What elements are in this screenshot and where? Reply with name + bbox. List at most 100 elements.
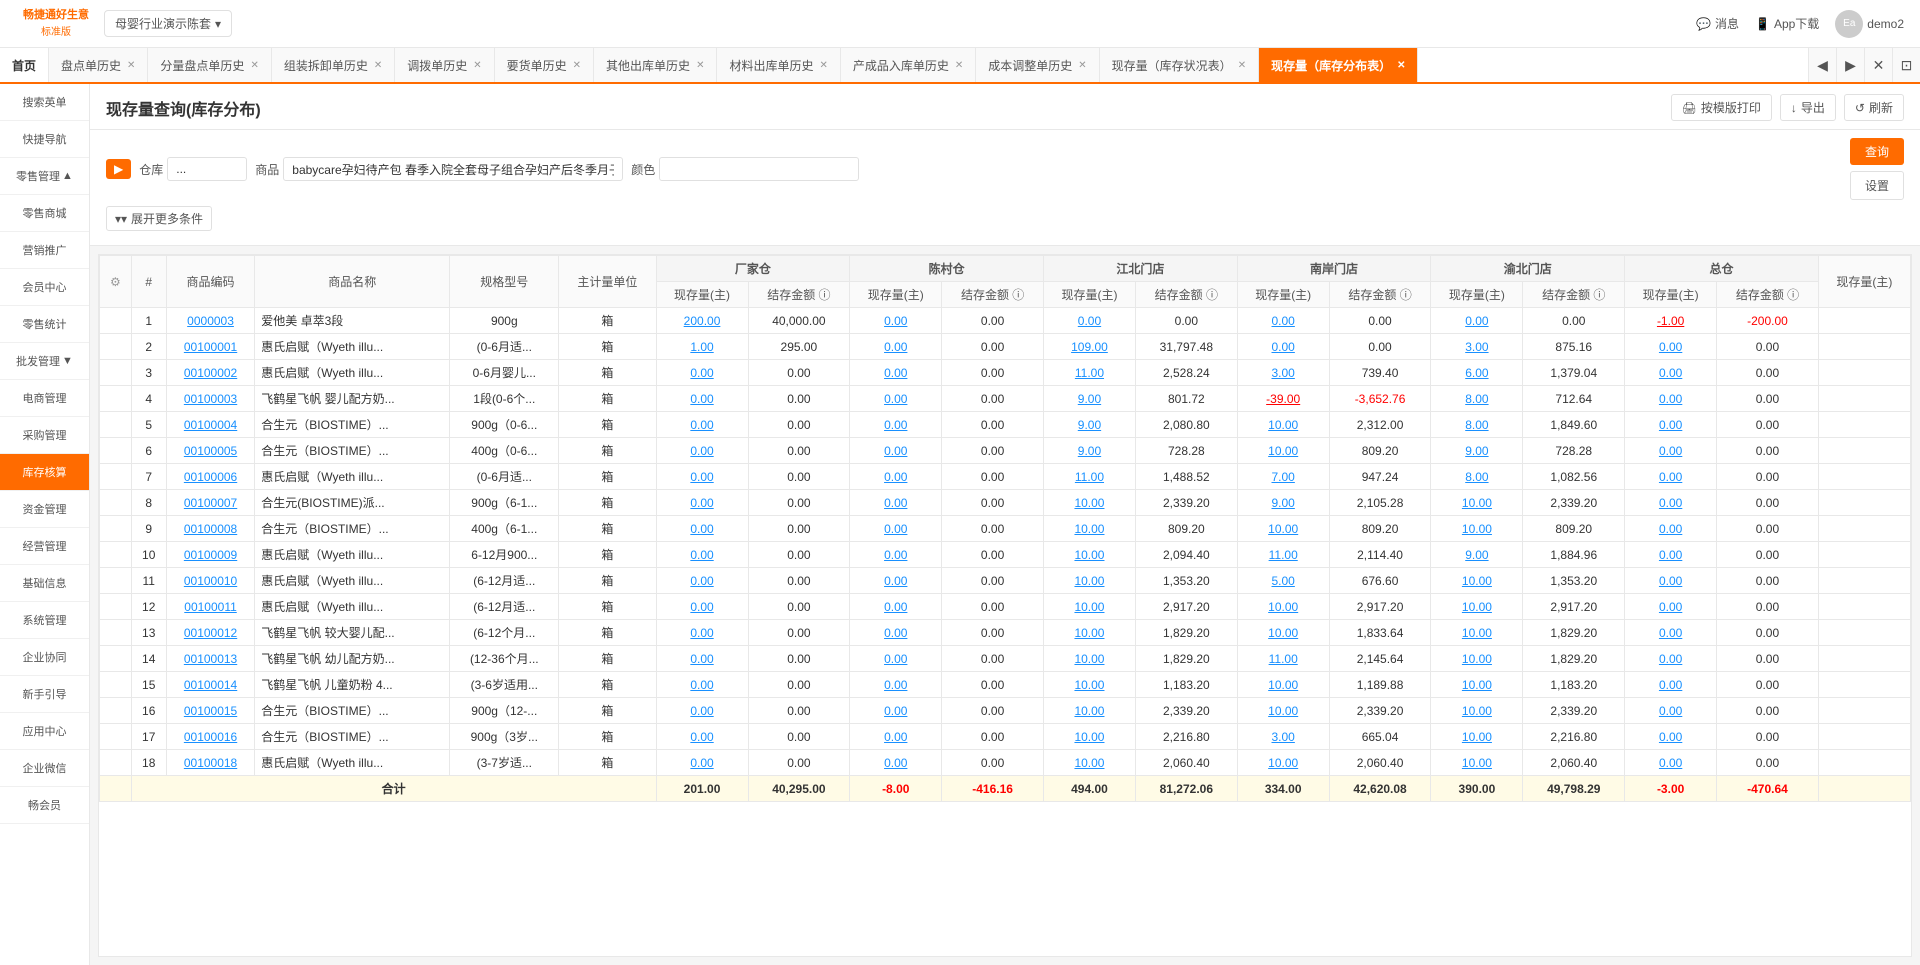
cell-code: 00100018 xyxy=(166,750,254,776)
cell-total-amt: 0.00 xyxy=(1717,568,1819,594)
sidebar-item-marketing[interactable]: 营销推广 xyxy=(0,232,89,269)
org-selector[interactable]: 母婴行业演示陈套 ▾ xyxy=(104,10,232,37)
tab-cost-adj-label: 成本调整单历史 xyxy=(988,57,1072,74)
sidebar-item-purchase[interactable]: 采购管理 xyxy=(0,417,89,454)
tab-prev-btn[interactable]: ◀ xyxy=(1808,48,1836,83)
th-settings[interactable]: ⚙ xyxy=(100,256,132,308)
sidebar-item-retail-store[interactable]: 零售商城 xyxy=(0,195,89,232)
tab-other-out[interactable]: 其他出库单历史 ✕ xyxy=(594,48,717,83)
expand-btn[interactable]: ▶ xyxy=(106,159,131,179)
cell-code: 00100003 xyxy=(166,386,254,412)
sidebar-item-search[interactable]: 搜索英单 xyxy=(0,84,89,121)
cell-total-amt: 0.00 xyxy=(1717,724,1819,750)
cell-yubei-stock: 9.00 xyxy=(1431,438,1523,464)
table-container[interactable]: ⚙ # 商品编码 商品名称 规格型号 主计量单位 厂家仓 陈村仓 江北门店 南岸… xyxy=(98,254,1912,957)
sidebar-item-system[interactable]: 系统管理 xyxy=(0,602,89,639)
tab-inventory-count[interactable]: 盘点单历史 ✕ xyxy=(49,48,148,83)
sidebar-item-retail-stats[interactable]: 零售统计 xyxy=(0,306,89,343)
settings-gear-icon[interactable]: ⚙ xyxy=(110,275,121,289)
sidebar-item-enterprise[interactable]: 企业协同 xyxy=(0,639,89,676)
sidebar-item-wholesale[interactable]: 批发管理 ▼ xyxy=(0,343,89,380)
sidebar-item-app-center[interactable]: 应用中心 xyxy=(0,713,89,750)
cell-code: 00100015 xyxy=(166,698,254,724)
cell-jiangbei-stock: 10.00 xyxy=(1043,542,1135,568)
cell-nanan-amt: 0.00 xyxy=(1329,308,1431,334)
sidebar-item-ecommerce[interactable]: 电商管理 xyxy=(0,380,89,417)
cell-code: 00100008 xyxy=(166,516,254,542)
export-btn[interactable]: ↓ 导出 xyxy=(1780,94,1836,121)
cell-factory-amt: 0.00 xyxy=(748,386,850,412)
export-label: 导出 xyxy=(1801,99,1825,116)
cell-spec: 900g（12-... xyxy=(450,698,559,724)
tab-stock-dist[interactable]: 现存量（库存分布表） ✕ xyxy=(1259,48,1418,83)
sidebar-item-new-guide[interactable]: 新手引导 xyxy=(0,676,89,713)
settings-btn[interactable]: 设置 xyxy=(1850,171,1904,200)
tab-home[interactable]: 首页 xyxy=(0,48,49,83)
sidebar-item-finance[interactable]: 资金管理 xyxy=(0,491,89,528)
cell-jiangbei-amt: 1,183.20 xyxy=(1135,672,1237,698)
summary-nanan-stock: 334.00 xyxy=(1237,776,1329,802)
close-icon[interactable]: ✕ xyxy=(1238,60,1246,71)
close-icon[interactable]: ✕ xyxy=(1397,60,1405,71)
avatar-label: Ea xyxy=(1843,18,1855,29)
tab-material-out-label: 材料出库单历史 xyxy=(729,57,813,74)
cell-nanan-amt: 2,145.64 xyxy=(1329,646,1431,672)
close-icon[interactable]: ✕ xyxy=(696,60,704,71)
tab-stock-status[interactable]: 现存量（库存状况表） ✕ xyxy=(1100,48,1259,83)
tab-transfer[interactable]: 调拨单历史 ✕ xyxy=(395,48,494,83)
tab-order-req[interactable]: 要货单历史 ✕ xyxy=(495,48,594,83)
tab-next-btn[interactable]: ▶ xyxy=(1836,48,1864,83)
tab-close-btn[interactable]: ✕ xyxy=(1864,48,1892,83)
close-icon[interactable]: ✕ xyxy=(573,60,581,71)
cell-unit: 箱 xyxy=(559,594,656,620)
app-download-btn[interactable]: 📱 App下载 xyxy=(1755,15,1819,32)
goods-input[interactable] xyxy=(283,157,623,181)
cell-code: 00100012 xyxy=(166,620,254,646)
cell-total-amt: 0.00 xyxy=(1717,542,1819,568)
th-total-stock: 现存量(主) xyxy=(1625,282,1717,308)
sidebar-item-vip-member[interactable]: 畅会员 xyxy=(0,787,89,824)
summary-nanan-amt: 42,620.08 xyxy=(1329,776,1431,802)
sidebar-item-ops-mgmt[interactable]: 经营管理 xyxy=(0,528,89,565)
tab-kit-tear[interactable]: 组装拆卸单历史 ✕ xyxy=(272,48,395,83)
warehouse-input[interactable] xyxy=(167,157,247,181)
cell-jiangbei-amt: 1,488.52 xyxy=(1135,464,1237,490)
cell-jiangbei-amt: 2,917.20 xyxy=(1135,594,1237,620)
topbar-right: 💬 消息 📱 App下载 Ea demo2 xyxy=(1696,10,1904,38)
tab-branch-count[interactable]: 分量盘点单历史 ✕ xyxy=(148,48,271,83)
cell-index: 12 xyxy=(131,594,166,620)
tab-product-in[interactable]: 产成品入库单历史 ✕ xyxy=(841,48,976,83)
color-input[interactable] xyxy=(659,157,859,181)
sidebar-item-enterprise-wechat[interactable]: 企业微信 xyxy=(0,750,89,787)
message-btn[interactable]: 💬 消息 xyxy=(1696,15,1739,32)
tab-material-out[interactable]: 材料出库单历史 ✕ xyxy=(717,48,840,83)
sidebar-item-basic[interactable]: 基础信息 xyxy=(0,565,89,602)
close-icon[interactable]: ✕ xyxy=(819,60,827,71)
th-yubei-stock: 现存量(主) xyxy=(1431,282,1523,308)
close-icon[interactable]: ✕ xyxy=(250,60,258,71)
cell-spec: 900g（0-6... xyxy=(450,412,559,438)
cell-current xyxy=(1818,594,1910,620)
cell-jiangbei-stock: 11.00 xyxy=(1043,464,1135,490)
tab-cost-adj[interactable]: 成本调整单历史 ✕ xyxy=(976,48,1099,83)
sidebar-item-quick-nav[interactable]: 快捷导航 xyxy=(0,121,89,158)
sidebar-item-inventory[interactable]: 库存核算 xyxy=(0,454,89,491)
sidebar-item-retail-mgmt[interactable]: 零售管理 ▲ xyxy=(0,158,89,195)
close-icon[interactable]: ✕ xyxy=(955,60,963,71)
close-icon[interactable]: ✕ xyxy=(473,60,481,71)
expand-conditions-btn[interactable]: ▾▾ 展开更多条件 xyxy=(106,206,212,231)
close-icon[interactable]: ✕ xyxy=(1078,60,1086,71)
close-icon[interactable]: ✕ xyxy=(127,60,135,71)
cell-index: 10 xyxy=(131,542,166,568)
query-btn[interactable]: 查询 xyxy=(1850,138,1904,165)
sidebar-item-member[interactable]: 会员中心 xyxy=(0,269,89,306)
cell-current xyxy=(1818,516,1910,542)
print-btn[interactable]: 🖨 按模版打印 xyxy=(1671,94,1772,121)
cell-factory-stock: 0.00 xyxy=(656,490,748,516)
close-icon[interactable]: ✕ xyxy=(374,60,382,71)
cell-factory-stock: 0.00 xyxy=(656,594,748,620)
tab-expand-btn[interactable]: ⊡ xyxy=(1892,48,1920,83)
cell-current xyxy=(1818,568,1910,594)
user-btn[interactable]: Ea demo2 xyxy=(1835,10,1904,38)
refresh-btn[interactable]: ↺ 刷新 xyxy=(1844,94,1904,121)
